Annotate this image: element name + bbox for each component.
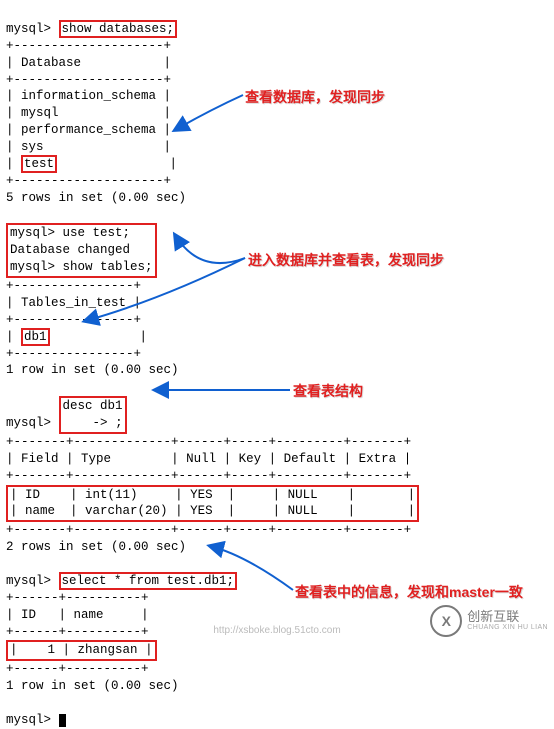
sep: +------+----------+ bbox=[6, 591, 149, 605]
watermark: X 创新互联 CHUANG XIN HU LIAN bbox=[430, 605, 548, 637]
footer-url: http://xsboke.blog.51cto.com bbox=[213, 624, 340, 638]
result-count: 1 row in set (0.00 sec) bbox=[6, 363, 179, 377]
h: Key bbox=[239, 452, 262, 466]
watermark-text: 创新互联 bbox=[467, 610, 548, 623]
select-row-box: | 1 | zhangsan | bbox=[6, 640, 157, 661]
sep: +------+----------+ bbox=[6, 662, 149, 676]
prompt: mysql> bbox=[6, 713, 51, 727]
sep: +-------+-------------+------+-----+----… bbox=[6, 469, 411, 483]
cmd-block-use-test: mysql> use test; Database changed mysql>… bbox=[6, 223, 157, 278]
db-row: information_schema bbox=[21, 89, 156, 103]
annotation-2: 进入数据库并查看表，发现同步 bbox=[248, 251, 444, 270]
watermark-icon: X bbox=[430, 605, 462, 637]
sep: +--------------------+ bbox=[6, 174, 171, 188]
h: Extra bbox=[359, 452, 397, 466]
sep: +--------------------+ bbox=[6, 73, 171, 87]
h: ID bbox=[21, 608, 36, 622]
sep: +----------------+ bbox=[6, 313, 141, 327]
db-row: mysql bbox=[21, 106, 59, 120]
col-header: Tables_in_test bbox=[21, 296, 126, 310]
annotation-3: 查看表结构 bbox=[293, 382, 363, 401]
result-count: 1 row in set (0.00 sec) bbox=[6, 679, 179, 693]
h: Null bbox=[186, 452, 216, 466]
sep: +--------------------+ bbox=[6, 39, 171, 53]
h: Default bbox=[284, 452, 337, 466]
annotation-4: 查看表中的信息，发现和master一致 bbox=[295, 583, 523, 602]
prompt: mysql> bbox=[6, 416, 51, 430]
annotation-1: 查看数据库，发现同步 bbox=[245, 88, 385, 107]
watermark-sub: CHUANG XIN HU LIAN bbox=[467, 623, 548, 632]
col-header: Database bbox=[21, 56, 81, 70]
table-row-db1: db1 bbox=[21, 328, 50, 346]
h: Type bbox=[81, 452, 111, 466]
desc-rows-box: | ID | int(11) | YES | | NULL | | | name… bbox=[6, 485, 419, 523]
sep: +-------+-------------+------+-----+----… bbox=[6, 435, 411, 449]
h: name bbox=[74, 608, 104, 622]
sep: +----------------+ bbox=[6, 347, 141, 361]
db-row: performance_schema bbox=[21, 123, 156, 137]
sep: +----------------+ bbox=[6, 279, 141, 293]
db-row: sys bbox=[21, 140, 44, 154]
prompt: mysql> bbox=[6, 22, 51, 36]
result-count: 2 rows in set (0.00 sec) bbox=[6, 540, 186, 554]
result-count: 5 rows in set (0.00 sec) bbox=[6, 191, 186, 205]
sep: +------+----------+ bbox=[6, 625, 149, 639]
cmd-select-all: select * from test.db1; bbox=[59, 572, 238, 590]
cursor-icon bbox=[59, 714, 66, 727]
cmd-desc-db1: desc db1 -> ; bbox=[59, 396, 127, 434]
db-row-test: test bbox=[21, 155, 57, 173]
cmd-show-databases: show databases; bbox=[59, 20, 178, 38]
h: Field bbox=[21, 452, 59, 466]
prompt: mysql> bbox=[6, 574, 51, 588]
sep: +-------+-------------+------+-----+----… bbox=[6, 523, 411, 537]
